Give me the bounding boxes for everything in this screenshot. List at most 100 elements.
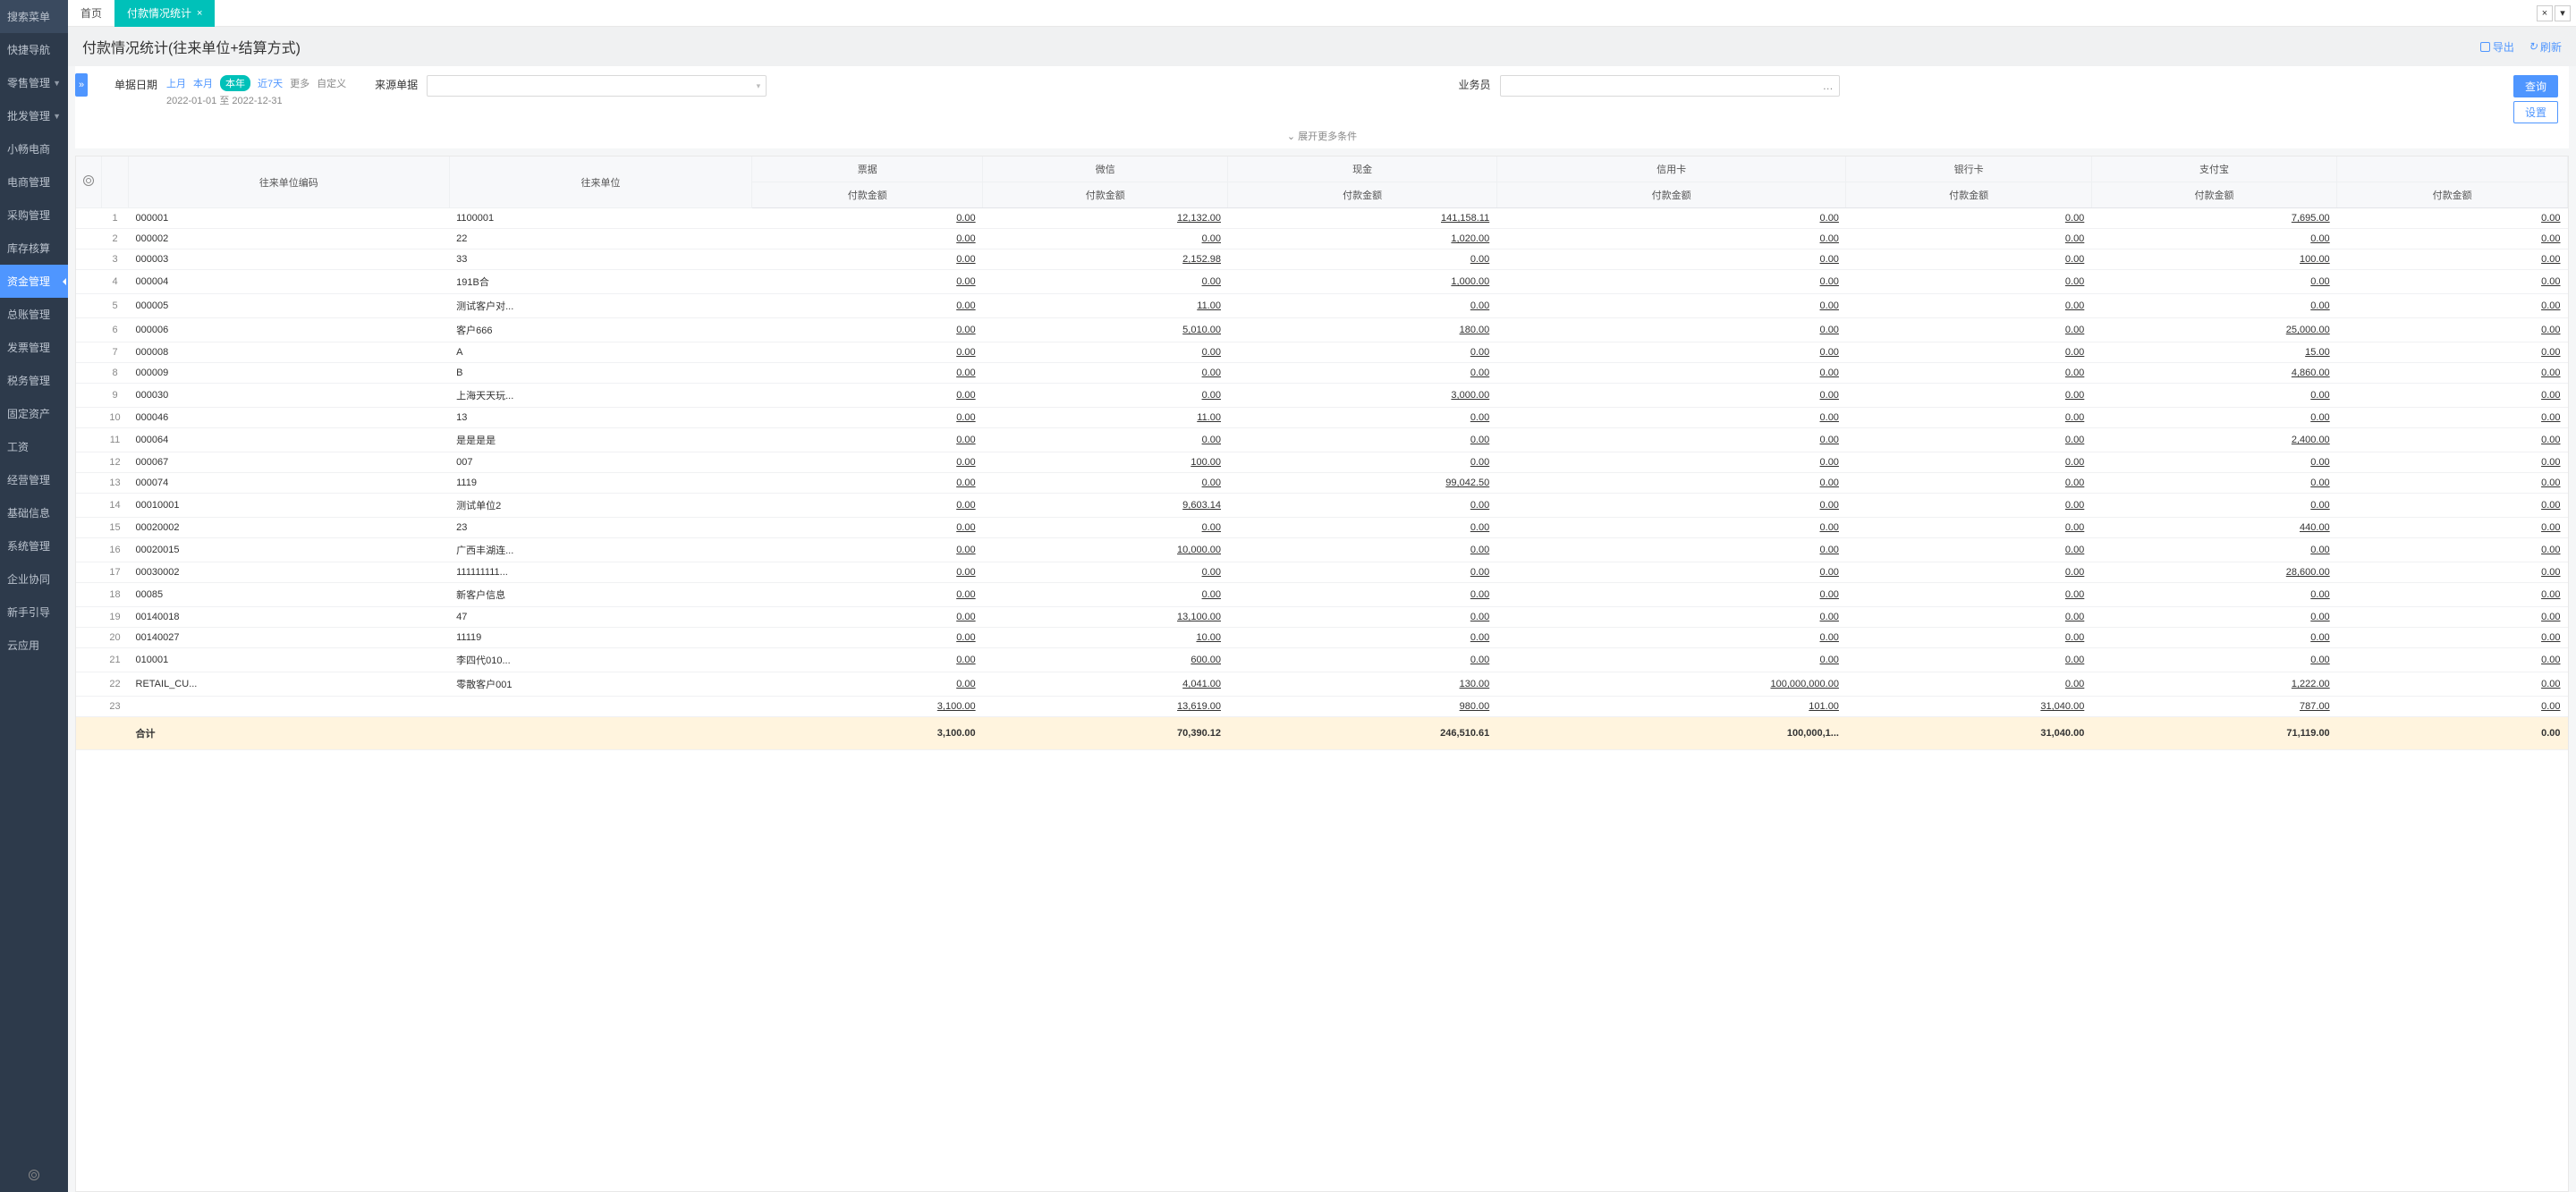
amount-link[interactable]: 0.00 <box>1820 213 1839 224</box>
amount-link[interactable]: 1,020.00 <box>1451 233 1489 244</box>
amount-link[interactable]: 0.00 <box>2310 390 2329 401</box>
amount-link[interactable]: 0.00 <box>1202 347 1221 358</box>
amount-link[interactable]: 0.00 <box>1820 276 1839 287</box>
sidebar-item-3[interactable]: 批发管理▼ <box>0 99 68 132</box>
amount-link[interactable]: 0.00 <box>1202 276 1221 287</box>
amount-link[interactable]: 0.00 <box>956 500 975 511</box>
amount-link[interactable]: 0.00 <box>2310 545 2329 555</box>
amount-link[interactable]: 99,042.50 <box>1445 478 1489 488</box>
amount-link[interactable]: 0.00 <box>2310 500 2329 511</box>
amount-link[interactable]: 11.00 <box>1197 412 1221 423</box>
sidebar-item-18[interactable]: 新手引导 <box>0 596 68 629</box>
col-sub[interactable]: 付款金额 <box>1846 182 2091 208</box>
amount-link[interactable]: 0.00 <box>2065 478 2084 488</box>
amount-link[interactable]: 0.00 <box>1470 589 1489 600</box>
amount-link[interactable]: 0.00 <box>1470 567 1489 578</box>
amount-link[interactable]: 0.00 <box>2541 567 2560 578</box>
amount-link[interactable]: 0.00 <box>2310 612 2329 622</box>
amount-link[interactable]: 0.00 <box>1202 233 1221 244</box>
amount-link[interactable]: 0.00 <box>1820 478 1839 488</box>
amount-link[interactable]: 7,695.00 <box>2292 213 2330 224</box>
amount-link[interactable]: 0.00 <box>2541 233 2560 244</box>
amount-link[interactable]: 2,152.98 <box>1182 254 1221 265</box>
sidebar-item-8[interactable]: 资金管理 <box>0 265 68 298</box>
col-group[interactable] <box>2337 156 2568 182</box>
date-preset-link[interactable]: 自定义 <box>317 76 346 90</box>
amount-link[interactable]: 0.00 <box>2541 457 2560 468</box>
amount-link[interactable]: 3,100.00 <box>937 701 976 712</box>
tab-0[interactable]: 首页 <box>68 0 114 27</box>
amount-link[interactable]: 0.00 <box>1470 612 1489 622</box>
date-preset-link[interactable]: 更多 <box>290 76 309 90</box>
amount-link[interactable]: 0.00 <box>2065 567 2084 578</box>
amount-link[interactable]: 15.00 <box>2305 347 2330 358</box>
amount-link[interactable]: 0.00 <box>2065 213 2084 224</box>
amount-link[interactable]: 2,400.00 <box>2292 435 2330 445</box>
amount-link[interactable]: 0.00 <box>1820 347 1839 358</box>
amount-link[interactable]: 0.00 <box>1470 412 1489 423</box>
date-preset-link[interactable]: 近7天 <box>258 76 283 90</box>
amount-link[interactable]: 0.00 <box>1820 435 1839 445</box>
settings-button[interactable]: 设置 <box>2513 101 2558 123</box>
col-sub[interactable]: 付款金额 <box>752 182 983 208</box>
filter-collapse-handle[interactable]: » <box>75 73 88 97</box>
amount-link[interactable]: 0.00 <box>1470 545 1489 555</box>
sidebar-item-13[interactable]: 工资 <box>0 430 68 463</box>
query-button[interactable]: 查询 <box>2513 75 2558 97</box>
amount-link[interactable]: 0.00 <box>1820 545 1839 555</box>
source-select[interactable]: ▾ <box>427 75 767 97</box>
amount-link[interactable]: 0.00 <box>1470 300 1489 311</box>
amount-link[interactable]: 0.00 <box>2065 254 2084 265</box>
amount-link[interactable]: 0.00 <box>1820 325 1839 335</box>
amount-link[interactable]: 0.00 <box>2541 213 2560 224</box>
gear-icon[interactable] <box>29 1170 39 1180</box>
amount-link[interactable]: 0.00 <box>1820 632 1839 643</box>
date-preset-link[interactable]: 本月 <box>193 76 213 90</box>
amount-link[interactable]: 100.00 <box>1191 457 1221 468</box>
amount-link[interactable]: 0.00 <box>956 368 975 378</box>
amount-link[interactable]: 1,222.00 <box>2292 679 2330 689</box>
amount-link[interactable]: 0.00 <box>2065 457 2084 468</box>
amount-link[interactable]: 0.00 <box>956 390 975 401</box>
amount-link[interactable]: 0.00 <box>2541 679 2560 689</box>
amount-link[interactable]: 0.00 <box>2310 412 2329 423</box>
amount-link[interactable]: 440.00 <box>2300 522 2330 533</box>
amount-link[interactable]: 0.00 <box>2541 435 2560 445</box>
amount-link[interactable]: 0.00 <box>956 325 975 335</box>
sidebar-item-1[interactable]: 快捷导航 <box>0 33 68 66</box>
amount-link[interactable]: 0.00 <box>2310 632 2329 643</box>
amount-link[interactable]: 0.00 <box>2541 412 2560 423</box>
amount-link[interactable]: 0.00 <box>956 567 975 578</box>
col-sub[interactable]: 付款金额 <box>983 182 1228 208</box>
amount-link[interactable]: 0.00 <box>2310 276 2329 287</box>
amount-link[interactable]: 0.00 <box>1470 457 1489 468</box>
amount-link[interactable]: 0.00 <box>1820 655 1839 665</box>
amount-link[interactable]: 0.00 <box>956 213 975 224</box>
amount-link[interactable]: 0.00 <box>2310 478 2329 488</box>
amount-link[interactable]: 0.00 <box>956 300 975 311</box>
sidebar-item-19[interactable]: 云应用 <box>0 629 68 662</box>
amount-link[interactable]: 0.00 <box>2065 325 2084 335</box>
amount-link[interactable]: 0.00 <box>2541 478 2560 488</box>
amount-link[interactable]: 0.00 <box>956 522 975 533</box>
sidebar-item-9[interactable]: 总账管理 <box>0 298 68 331</box>
amount-link[interactable]: 0.00 <box>1470 254 1489 265</box>
amount-link[interactable]: 0.00 <box>1820 412 1839 423</box>
sidebar-item-0[interactable]: 搜索菜单 <box>0 0 68 33</box>
amount-link[interactable]: 0.00 <box>2541 655 2560 665</box>
amount-link[interactable]: 0.00 <box>1820 254 1839 265</box>
amount-link[interactable]: 0.00 <box>2065 368 2084 378</box>
amount-link[interactable]: 0.00 <box>2310 589 2329 600</box>
amount-link[interactable]: 0.00 <box>956 457 975 468</box>
amount-link[interactable]: 100.00 <box>2300 254 2330 265</box>
amount-link[interactable]: 0.00 <box>1202 589 1221 600</box>
amount-link[interactable]: 12,132.00 <box>1177 213 1221 224</box>
amount-link[interactable]: 0.00 <box>2541 347 2560 358</box>
amount-link[interactable]: 101.00 <box>1809 701 1839 712</box>
amount-link[interactable]: 0.00 <box>2541 545 2560 555</box>
tab-close-button[interactable]: × <box>2537 5 2553 21</box>
amount-link[interactable]: 4,041.00 <box>1182 679 1221 689</box>
amount-link[interactable]: 0.00 <box>2310 457 2329 468</box>
amount-link[interactable]: 28,600.00 <box>2286 567 2330 578</box>
amount-link[interactable]: 0.00 <box>1820 567 1839 578</box>
